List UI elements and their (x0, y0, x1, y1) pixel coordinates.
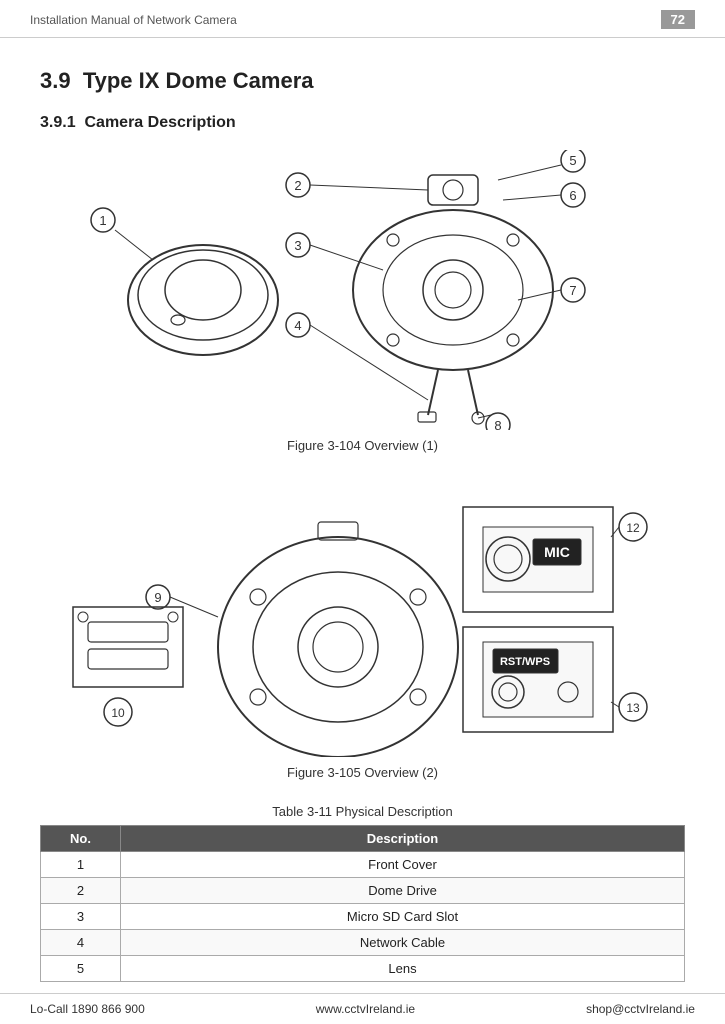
svg-text:12: 12 (626, 521, 640, 535)
table-cell-desc: Network Cable (121, 930, 685, 956)
table-row: 5Lens (41, 956, 685, 982)
header-title: Installation Manual of Network Camera (30, 13, 237, 27)
footer-right: shop@cctvIreland.ie (586, 1002, 695, 1016)
figure2-caption: Figure 3-105 Overview (2) (287, 765, 438, 780)
footer-left: Lo-Call 1890 866 900 (30, 1002, 145, 1016)
footer-center: www.cctvIreland.ie (316, 1002, 415, 1016)
svg-text:2: 2 (294, 178, 301, 193)
svg-text:5: 5 (569, 153, 576, 168)
svg-text:8: 8 (494, 418, 501, 430)
table-caption: Table 3-11 Physical Description (40, 804, 685, 819)
table-cell-no: 1 (41, 852, 121, 878)
table-cell-no: 3 (41, 904, 121, 930)
figure2-container: 10 9 (40, 477, 685, 794)
svg-text:RST/WPS: RST/WPS (499, 656, 549, 668)
table-header-no: No. (41, 826, 121, 852)
figure1-container: 1 (40, 150, 685, 467)
svg-text:13: 13 (626, 701, 640, 715)
table-cell-no: 4 (41, 930, 121, 956)
table-cell-desc: Lens (121, 956, 685, 982)
figure1-caption: Figure 3-104 Overview (1) (287, 438, 438, 453)
table-cell-no: 2 (41, 878, 121, 904)
physical-description-table: No. Description 1Front Cover2Dome Drive3… (40, 825, 685, 982)
table-cell-desc: Front Cover (121, 852, 685, 878)
svg-text:1: 1 (99, 213, 106, 228)
table-row: 1Front Cover (41, 852, 685, 878)
table-cell-no: 5 (41, 956, 121, 982)
svg-text:4: 4 (294, 318, 301, 333)
figure2-diagram: 10 9 (53, 477, 673, 757)
table-row: 2Dome Drive (41, 878, 685, 904)
svg-text:MIC: MIC (544, 544, 570, 560)
svg-text:3: 3 (294, 238, 301, 253)
table-row: 3Micro SD Card Slot (41, 904, 685, 930)
table-row: 4Network Cable (41, 930, 685, 956)
svg-text:10: 10 (111, 706, 125, 720)
page-number: 72 (661, 10, 695, 29)
table-cell-desc: Micro SD Card Slot (121, 904, 685, 930)
svg-text:6: 6 (569, 188, 576, 203)
svg-text:7: 7 (569, 283, 576, 298)
page-header: Installation Manual of Network Camera 72 (0, 0, 725, 38)
figure1-diagram: 1 (63, 150, 663, 430)
table-header-desc: Description (121, 826, 685, 852)
page-footer: Lo-Call 1890 866 900 www.cctvIreland.ie … (0, 993, 725, 1024)
table-cell-desc: Dome Drive (121, 878, 685, 904)
section-title: 3.9 Type IX Dome Camera (40, 68, 685, 94)
svg-text:9: 9 (154, 590, 161, 605)
subsection-title: 3.9.1 Camera Description (40, 114, 685, 132)
